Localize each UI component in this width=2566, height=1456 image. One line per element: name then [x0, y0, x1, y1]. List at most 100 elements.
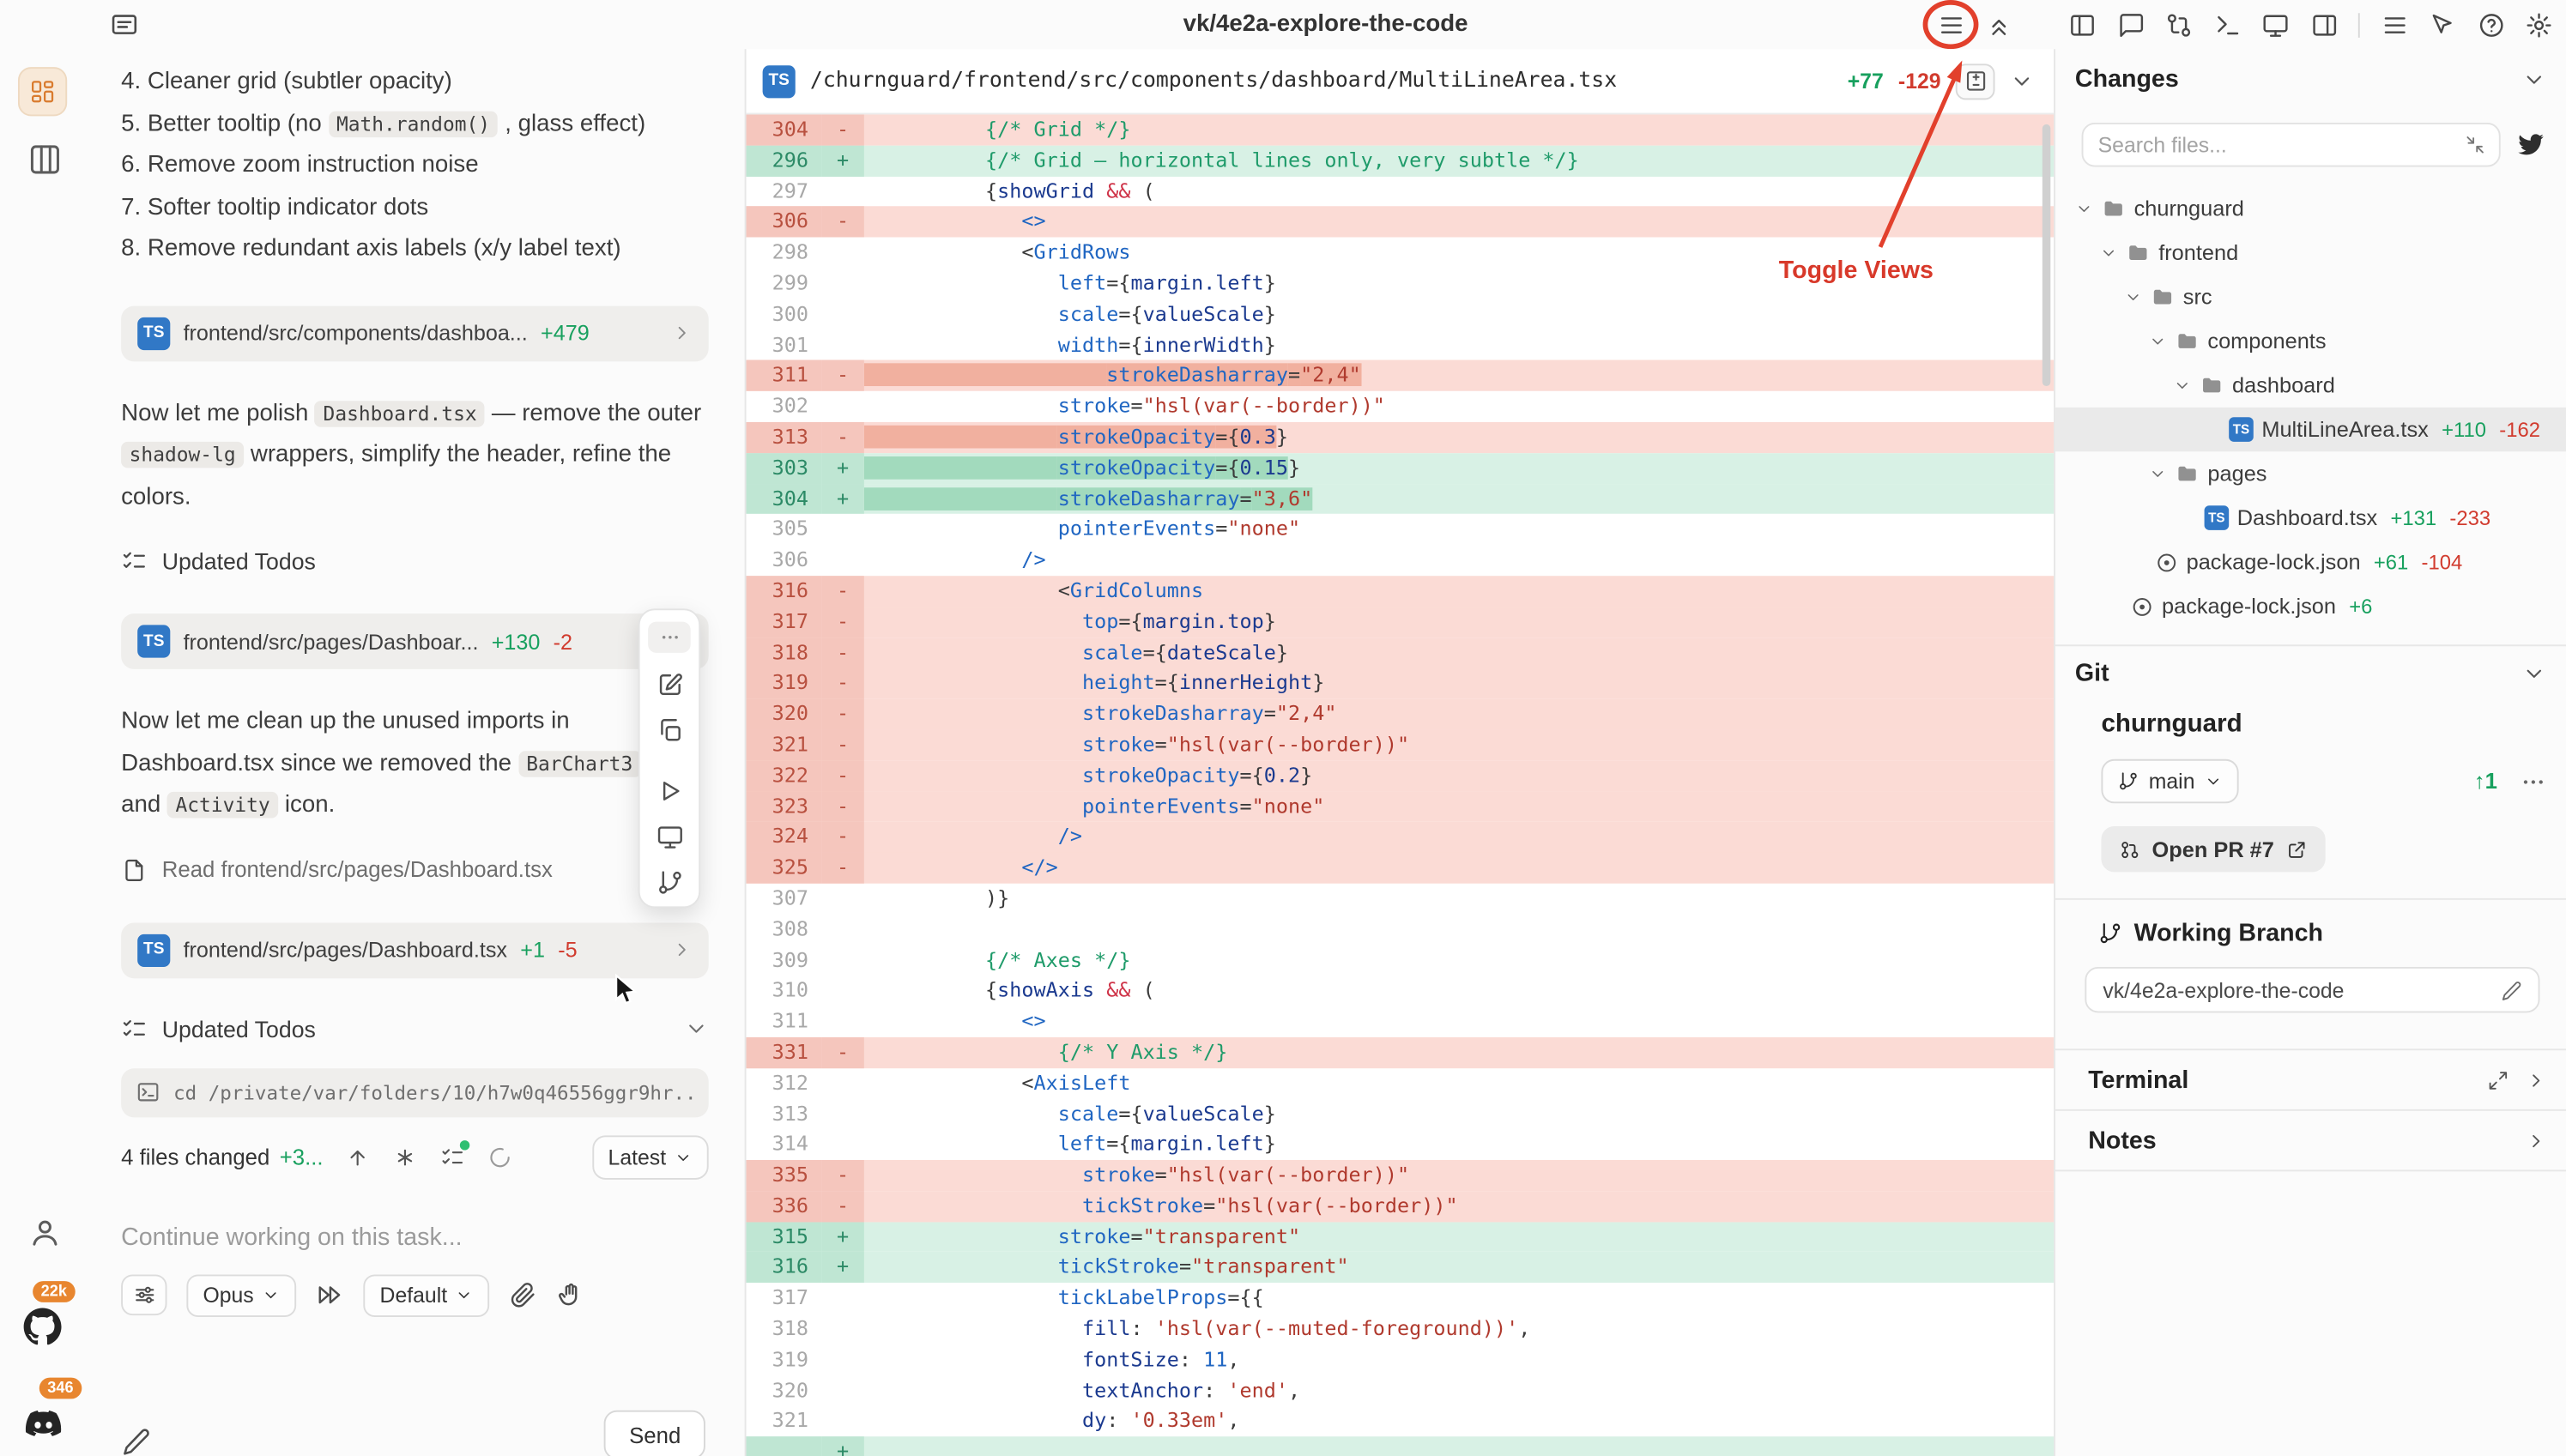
diff-line-number: 324	[747, 822, 822, 853]
git-compare-icon[interactable]	[2165, 10, 2193, 38]
chevron-down-icon[interactable]	[2124, 288, 2142, 306]
tree-row-churnguard[interactable]: churnguard	[2055, 186, 2566, 230]
tree-row-frontend[interactable]: frontend	[2055, 231, 2566, 275]
panel-left-icon[interactable]	[2068, 10, 2096, 38]
status-dot	[461, 1140, 470, 1150]
github-icon[interactable]	[23, 1308, 63, 1347]
composer-input[interactable]	[121, 1223, 704, 1250]
chat-bubble-icon[interactable]	[2117, 10, 2145, 38]
file-change-chip[interactable]: TS frontend/src/components/dashboa... +4…	[121, 305, 709, 361]
fast-forward-icon[interactable]	[316, 1281, 343, 1308]
tree-row-components[interactable]: components	[2055, 319, 2566, 363]
tree-row-package-lock-json[interactable]: package-lock.json+6	[2055, 584, 2566, 628]
terminal-command-chip[interactable]: cd /private/var/folders/10/h7w0q46556ggr…	[121, 1067, 709, 1116]
commits-ahead[interactable]: ↑1	[2474, 769, 2497, 794]
diff-line-number: 331	[747, 1037, 822, 1068]
inline-code: Activity	[167, 792, 278, 819]
updated-todos-row[interactable]: Updated Todos	[121, 1015, 709, 1042]
diff-line: 304- {/* Grid */}	[747, 114, 2055, 145]
diff-scrollbar-thumb[interactable]	[2043, 124, 2051, 386]
files-changed-label[interactable]: 4 files changed	[121, 1145, 269, 1170]
git-branch-icon[interactable]	[656, 869, 683, 897]
file-chip-name: frontend/src/components/dashboa...	[184, 321, 528, 346]
chevron-down-icon[interactable]	[2522, 661, 2547, 686]
workspace-icon[interactable]	[110, 9, 139, 39]
chevron-down-icon[interactable]	[684, 1016, 709, 1041]
chevron-down-icon[interactable]	[2522, 67, 2547, 92]
menu-icon[interactable]	[2381, 10, 2408, 38]
pencil-icon[interactable]	[2501, 979, 2522, 1000]
additions: +130	[492, 629, 541, 654]
diff-line: 316- <GridColumns	[747, 576, 2055, 607]
discord-icon[interactable]	[23, 1404, 64, 1445]
file-change-chip[interactable]: TS frontend/src/pages/Dashboar... +130 -…	[121, 613, 709, 669]
chevron-down-icon[interactable]	[2149, 332, 2167, 350]
edit-icon[interactable]	[656, 671, 683, 698]
tree-row-dashboard-tsx[interactable]: TSDashboard.tsx+131-233	[2055, 496, 2566, 540]
more-actions-button[interactable]	[648, 622, 691, 653]
chevron-down-icon[interactable]	[2100, 244, 2118, 262]
run-icon[interactable]	[656, 777, 683, 805]
help-icon[interactable]	[2477, 10, 2504, 38]
more-icon[interactable]	[2521, 768, 2547, 794]
tree-row-multilinearea-tsx[interactable]: TSMultiLineArea.tsx+110-162	[2055, 408, 2566, 451]
pencil-icon[interactable]	[121, 1427, 150, 1456]
diff-line-code: {showAxis && (	[864, 976, 2054, 1006]
terminal-section-header[interactable]: Terminal	[2055, 1050, 2566, 1109]
tree-row-dashboard[interactable]: dashboard	[2055, 363, 2566, 407]
bird-icon[interactable]	[2517, 131, 2545, 159]
updated-todos-row[interactable]: Updated Todos	[121, 548, 709, 575]
profile-icon[interactable]	[27, 1216, 62, 1250]
chevrons-up-icon[interactable]	[1985, 10, 2012, 38]
chevron-right-icon[interactable]	[2525, 1130, 2546, 1151]
diff-line: 309 {/* Axes */}	[747, 945, 2055, 976]
chevron-down-icon	[675, 1149, 693, 1167]
diff-line-code: strokeOpacity={0.15}	[864, 453, 2054, 484]
hand-icon[interactable]	[557, 1281, 584, 1308]
diff-view-toggle-button[interactable]	[1956, 63, 1995, 99]
composer-settings-button[interactable]	[121, 1274, 166, 1315]
monitor-icon[interactable]	[2261, 10, 2289, 38]
expand-icon[interactable]	[2487, 1069, 2509, 1090]
search-input[interactable]	[2082, 123, 2501, 166]
open-pr-button[interactable]: Open PR #7	[2101, 826, 2325, 872]
branch-selector[interactable]: main	[2101, 759, 2239, 803]
settings-icon[interactable]	[2525, 10, 2552, 38]
diff-line-number: 316	[747, 1253, 822, 1284]
panel-right-icon[interactable]	[2310, 10, 2338, 38]
toggle-views-button[interactable]	[1937, 10, 1964, 38]
tree-row-src[interactable]: src	[2055, 275, 2566, 318]
chevron-down-icon[interactable]	[2173, 377, 2191, 395]
board-view-icon[interactable]	[27, 142, 62, 177]
pull-request-icon	[2119, 838, 2140, 860]
toggle-views-icon	[1937, 10, 1964, 38]
diff-line: 322- strokeOpacity={0.2}	[747, 760, 2055, 791]
divider	[2358, 12, 2360, 37]
ellipsis-icon	[659, 626, 681, 648]
read-file-row[interactable]: Read frontend/src/pages/Dashboard.tsx	[121, 856, 709, 883]
working-branch-input[interactable]: vk/4e2a-explore-the-code	[2085, 967, 2539, 1012]
tree-row-package-lock-json[interactable]: package-lock.json+61-104	[2055, 540, 2566, 583]
chevron-down-icon[interactable]	[2149, 465, 2167, 483]
diff-line-code: </>	[864, 853, 2054, 884]
tree-row-pages[interactable]: pages	[2055, 451, 2566, 495]
model-selector[interactable]: Opus	[186, 1274, 296, 1317]
chevron-down-icon[interactable]	[2075, 200, 2093, 218]
latest-dropdown[interactable]: Latest	[591, 1135, 708, 1179]
terminal-icon[interactable]	[2213, 10, 2241, 38]
mode-selector[interactable]: Default	[363, 1274, 489, 1317]
share-cursor-icon[interactable]	[2429, 10, 2456, 38]
attach-icon[interactable]	[510, 1281, 537, 1308]
chevron-right-icon[interactable]	[2525, 1069, 2546, 1090]
file-change-chip[interactable]: TS frontend/src/pages/Dashboard.tsx +1 -…	[121, 922, 709, 978]
collapse-tree-icon[interactable]	[2465, 134, 2486, 155]
send-button[interactable]: Send	[605, 1411, 705, 1456]
diff-line-code: strokeDasharray="2,4"	[864, 360, 2054, 391]
app-logo-button[interactable]	[18, 67, 67, 116]
asterisk-icon[interactable]	[394, 1145, 419, 1170]
chevron-down-icon[interactable]	[2010, 69, 2035, 94]
arrow-up-icon[interactable]	[346, 1145, 371, 1170]
notes-section-header[interactable]: Notes	[2055, 1111, 2566, 1170]
preview-icon[interactable]	[656, 823, 683, 850]
copy-icon[interactable]	[656, 716, 683, 744]
